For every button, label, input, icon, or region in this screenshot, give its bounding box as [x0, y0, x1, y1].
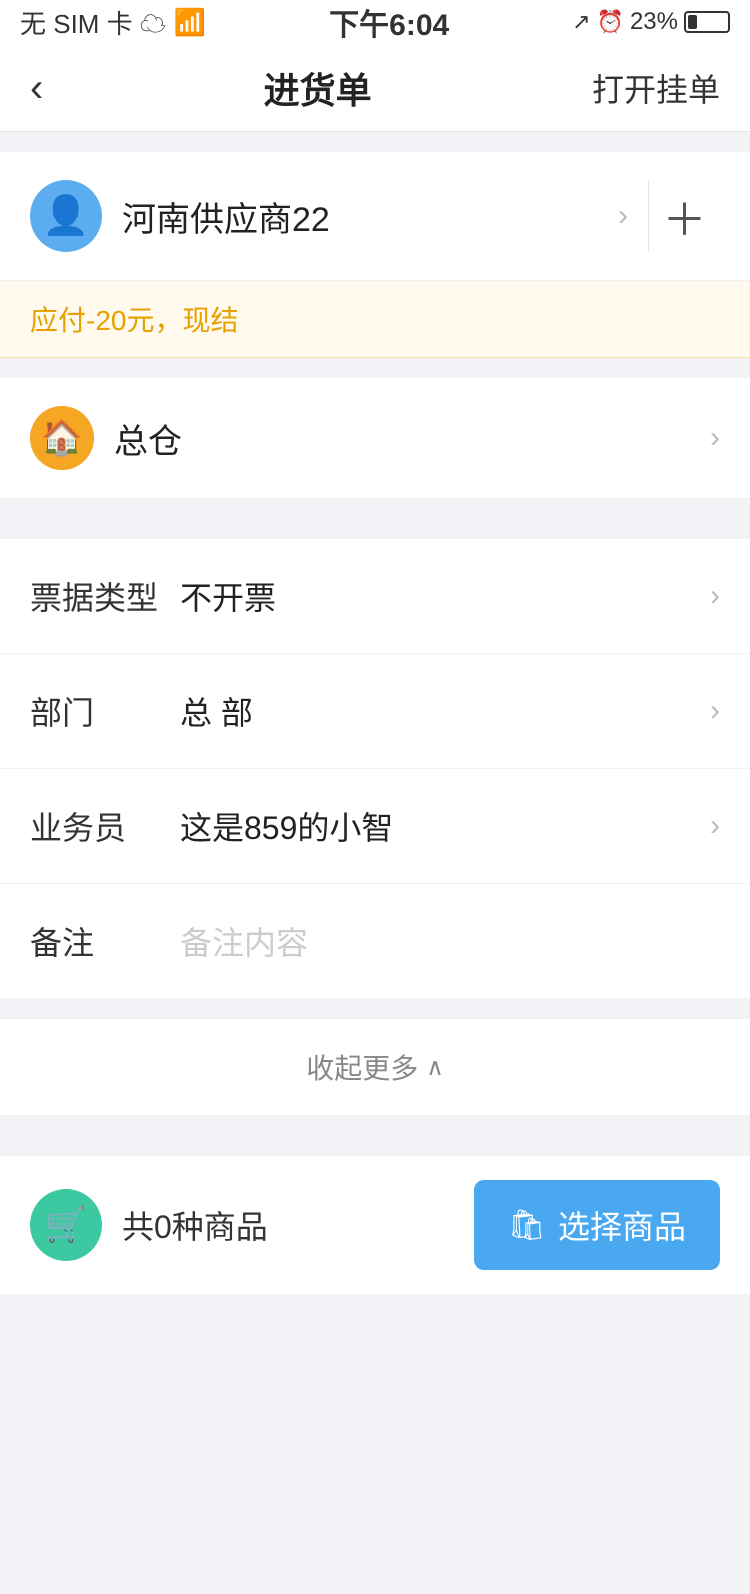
supplier-card: 👤 河南供应商22 › ＋ 应付-20元，现结 — [0, 152, 750, 358]
battery-icon — [684, 11, 730, 33]
location-icon: ↗ — [572, 9, 590, 35]
salesperson-row[interactable]: 业务员 这是859的小智 › — [0, 769, 750, 884]
invoice-label: 票据类型 — [30, 573, 180, 619]
remark-input[interactable]: 备注内容 — [180, 918, 720, 964]
section-gap-2 — [0, 358, 750, 378]
section-gap-3 — [0, 499, 750, 519]
select-product-button[interactable]: 🛍 选择商品 — [474, 1180, 720, 1270]
invoice-row[interactable]: 票据类型 不开票 › — [0, 539, 750, 654]
product-count: 共0种商品 — [122, 1202, 474, 1248]
status-right: ↗ ⏰ 23% — [572, 8, 730, 36]
open-pending-button[interactable]: 打开挂单 — [592, 65, 720, 111]
wifi-icon: 📶 — [174, 7, 206, 38]
product-count-icon: 🛒 — [30, 1189, 102, 1261]
remark-label: 备注 — [30, 918, 180, 964]
salesperson-chevron-icon: › — [710, 809, 720, 843]
page-background — [0, 1294, 750, 1594]
bottom-bar: 🛒 共0种商品 🛍 选择商品 — [0, 1155, 750, 1294]
supplier-avatar: 👤 — [30, 180, 102, 252]
warehouse-chevron-icon: › — [710, 421, 720, 455]
nav-bar: ‹ 进货单 打开挂单 — [0, 44, 750, 132]
page-title: 进货单 — [264, 62, 372, 114]
collapse-label: 收起更多 — [306, 1047, 418, 1087]
department-row[interactable]: 部门 总 部 › — [0, 654, 750, 769]
status-left: 无 SIM 卡 ☁ 📶 — [20, 4, 206, 41]
department-label: 部门 — [30, 688, 180, 734]
warehouse-icon: 🏠 — [30, 406, 94, 470]
alarm-icon: ⏰ — [597, 9, 624, 35]
back-button[interactable]: ‹ — [30, 68, 43, 108]
salesperson-value: 这是859的小智 — [180, 803, 710, 849]
salesperson-label: 业务员 — [30, 803, 180, 849]
supplier-row[interactable]: 👤 河南供应商22 › ＋ — [0, 152, 750, 281]
warehouse-row[interactable]: 🏠 总仓 › — [0, 378, 750, 499]
warehouse-card: 🏠 总仓 › — [0, 378, 750, 499]
section-gap-1 — [0, 132, 750, 152]
supplier-notice: 应付-20元，现结 — [0, 281, 750, 358]
status-time: 下午6:04 — [329, 0, 449, 44]
select-product-label: 选择商品 — [558, 1202, 686, 1248]
form-section: 票据类型 不开票 › 部门 总 部 › 业务员 这是859的小智 › 备注 备注… — [0, 539, 750, 998]
department-chevron-icon: › — [710, 694, 720, 728]
collapse-icon: ∧ — [426, 1053, 444, 1082]
avatar-icon: 👤 — [42, 194, 89, 238]
department-value: 总 部 — [180, 688, 710, 734]
warehouse-name: 总仓 — [114, 414, 710, 463]
remark-row[interactable]: 备注 备注内容 — [0, 884, 750, 998]
select-product-icon: 🛍 — [508, 1208, 546, 1243]
sim-label: 无 SIM 卡 ☁ — [20, 4, 166, 41]
supplier-chevron-icon: › — [618, 199, 628, 233]
battery-percent: 23% — [630, 8, 678, 36]
invoice-chevron-icon: › — [710, 579, 720, 613]
cart-icon: 🛒 — [45, 1205, 87, 1245]
status-bar: 无 SIM 卡 ☁ 📶 下午6:04 ↗ ⏰ 23% — [0, 0, 750, 44]
add-supplier-button[interactable]: ＋ — [648, 180, 720, 252]
house-icon: 🏠 — [41, 418, 83, 458]
collapse-bar[interactable]: 收起更多 ∧ — [0, 1018, 750, 1115]
supplier-name: 河南供应商22 — [122, 192, 618, 241]
invoice-value: 不开票 — [180, 573, 710, 619]
section-gap-4 — [0, 1115, 750, 1135]
